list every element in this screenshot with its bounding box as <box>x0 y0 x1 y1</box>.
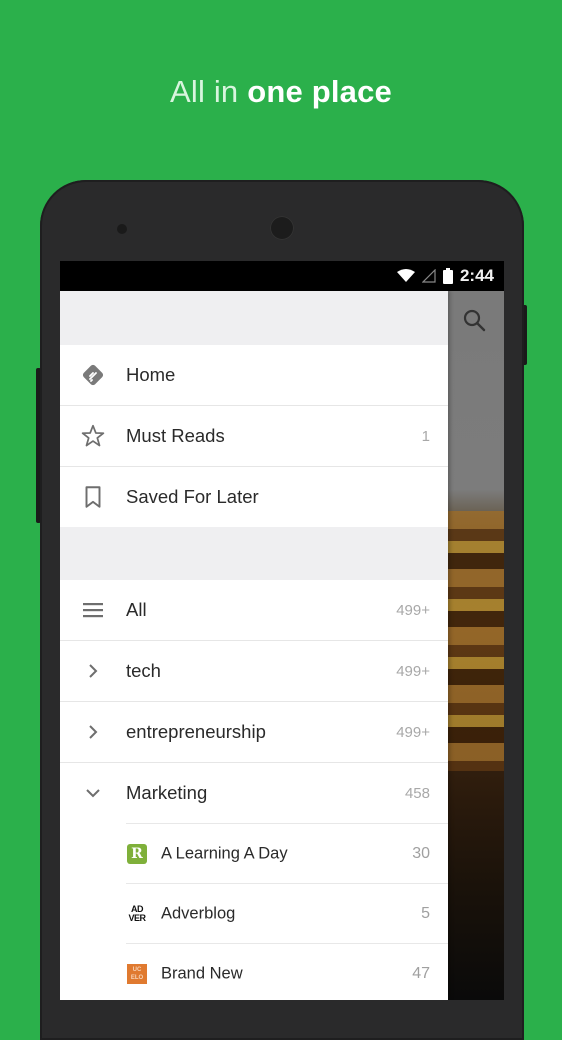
signal-icon <box>421 269 436 283</box>
category-label: tech <box>126 660 161 681</box>
feed-count: 5 <box>421 904 430 922</box>
nav-item-label: Home <box>126 364 176 385</box>
chevron-right-icon[interactable] <box>80 719 106 745</box>
feed-label: A Learning A Day <box>161 844 288 862</box>
chevron-down-icon[interactable] <box>80 780 106 806</box>
feed-item-a-learning-a-day[interactable]: R A Learning A Day 30 <box>126 823 448 884</box>
feed-label: Adverblog <box>161 904 236 922</box>
category-label: entrepreneurship <box>126 721 266 742</box>
headline-emphasis: one place <box>247 74 392 109</box>
headline-prefix: All in <box>169 74 248 109</box>
wifi-icon <box>396 269 415 282</box>
nav-item-saved-for-later[interactable]: Saved For Later <box>60 467 448 527</box>
chevron-right-icon[interactable] <box>80 658 106 684</box>
category-all[interactable]: All 499+ <box>60 580 448 641</box>
battery-icon <box>442 268 453 284</box>
category-count: 499+ <box>396 662 430 680</box>
search-button[interactable] <box>460 306 490 336</box>
bookmark-icon <box>80 484 106 510</box>
navigation-drawer: Home Must Reads 1 Saved For Later All 49… <box>60 291 448 1000</box>
headline: All in one place <box>0 74 562 110</box>
star-icon <box>80 423 106 449</box>
nav-item-home[interactable]: Home <box>60 345 448 406</box>
nav-item-must-reads[interactable]: Must Reads 1 <box>60 406 448 467</box>
nav-item-count: 1 <box>421 427 430 445</box>
phone-screen: 2:44 Home Must Reads 1 Saved For Later A… <box>60 261 504 1000</box>
feed-item-adverblog[interactable]: AD VER Adverblog 5 <box>126 884 448 944</box>
section-divider <box>60 527 448 580</box>
search-icon <box>463 309 486 332</box>
menu-icon <box>80 597 106 623</box>
food-image <box>445 511 504 771</box>
category-entrepreneurship[interactable]: entrepreneurship 499+ <box>60 702 448 763</box>
nav-item-label: Must Reads <box>126 425 225 446</box>
category-marketing[interactable]: Marketing 458 <box>60 763 448 823</box>
feed-favicon-icon: AD VER <box>128 904 146 923</box>
feed-count: 47 <box>412 964 430 982</box>
category-count: 458 <box>404 784 430 802</box>
category-label: All <box>126 599 147 620</box>
feed-item-brand-new[interactable]: UC ELO Brand New 47 <box>126 944 448 1000</box>
phone-camera <box>117 224 127 234</box>
category-label: Marketing <box>126 782 208 803</box>
feedly-home-icon <box>80 362 106 388</box>
feed-favicon-icon: R <box>127 843 147 864</box>
phone-speaker <box>270 216 294 240</box>
status-bar: 2:44 <box>60 261 504 291</box>
category-tech[interactable]: tech 499+ <box>60 641 448 702</box>
category-count: 499+ <box>396 601 430 619</box>
status-time: 2:44 <box>459 266 494 285</box>
feed-label: Brand New <box>161 964 243 982</box>
feed-favicon-icon: UC ELO <box>127 963 147 984</box>
drawer-header <box>60 291 448 345</box>
category-count: 499+ <box>396 723 430 741</box>
nav-item-label: Saved For Later <box>126 486 259 507</box>
feed-count: 30 <box>412 844 430 862</box>
